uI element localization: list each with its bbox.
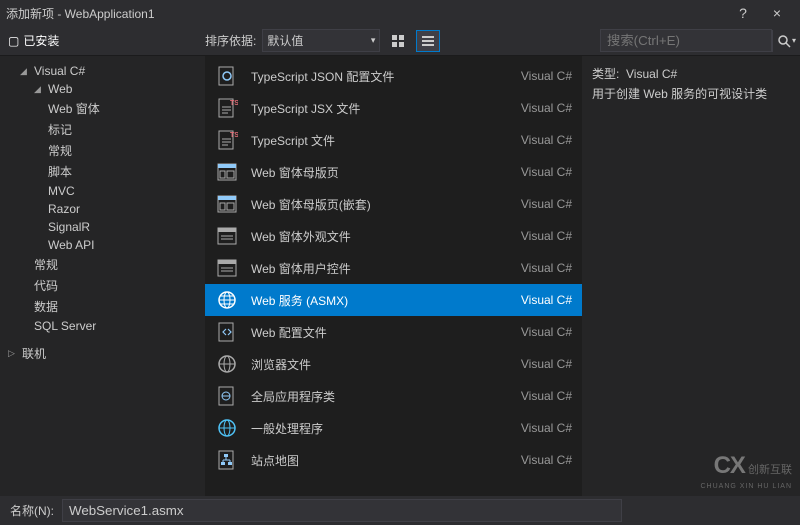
- tree-node[interactable]: Razor: [0, 200, 205, 218]
- sort-dropdown[interactable]: 默认值 ▾: [262, 29, 380, 52]
- grid-view-button[interactable]: [386, 30, 410, 52]
- installed-tab[interactable]: ▢ 已安装: [8, 32, 59, 49]
- template-icon: TS: [215, 96, 239, 120]
- tree-node[interactable]: 标记: [0, 119, 205, 140]
- template-row[interactable]: Web 窗体用户控件 Visual C#: [205, 252, 582, 284]
- template-row[interactable]: Web 窗体母版页 Visual C#: [205, 156, 582, 188]
- search-button[interactable]: ▾: [772, 30, 800, 52]
- chevron-down-icon: ▢: [8, 34, 19, 48]
- titlebar: 添加新项 - WebApplication1 ? ×: [0, 0, 800, 26]
- svg-text:TS: TS: [230, 100, 238, 107]
- template-label: TypeScript 文件: [251, 132, 509, 149]
- installed-tab-label: 已安装: [23, 32, 59, 49]
- template-lang: Visual C#: [521, 101, 572, 115]
- template-row[interactable]: Web 窗体外观文件 Visual C#: [205, 220, 582, 252]
- template-lang: Visual C#: [521, 389, 572, 403]
- template-label: TypeScript JSX 文件: [251, 100, 509, 117]
- template-row[interactable]: 全局应用程序类 Visual C#: [205, 380, 582, 412]
- template-label: 全局应用程序类: [251, 388, 509, 405]
- template-label: Web 窗体母版页: [251, 164, 509, 181]
- tree-node[interactable]: 代码: [0, 275, 205, 296]
- close-button[interactable]: ×: [760, 0, 794, 26]
- tree-node-web[interactable]: ◢Web: [0, 80, 205, 98]
- template-lang: Visual C#: [521, 293, 572, 307]
- name-input[interactable]: [62, 499, 622, 522]
- template-icon: [215, 256, 239, 280]
- type-info: 类型: Visual C#: [592, 64, 790, 84]
- template-label: Web 服务 (ASMX): [251, 292, 509, 309]
- template-icon: [215, 320, 239, 344]
- tree-node[interactable]: 常规: [0, 140, 205, 161]
- template-label: TypeScript JSON 配置文件: [251, 68, 509, 85]
- name-label: 名称(N):: [10, 502, 54, 519]
- template-label: Web 配置文件: [251, 324, 509, 341]
- type-description: 用于创建 Web 服务的可视设计类: [592, 84, 790, 104]
- template-icon: [215, 448, 239, 472]
- template-label: Web 窗体外观文件: [251, 228, 509, 245]
- template-lang: Visual C#: [521, 229, 572, 243]
- tree-node[interactable]: Web API: [0, 236, 205, 254]
- template-lang: Visual C#: [521, 421, 572, 435]
- sort-value: 默认值: [267, 32, 303, 49]
- template-lang: Visual C#: [521, 325, 572, 339]
- template-row[interactable]: Web 配置文件 Visual C#: [205, 316, 582, 348]
- template-row[interactable]: TS TypeScript JSX 文件 Visual C#: [205, 92, 582, 124]
- template-label: 浏览器文件: [251, 356, 509, 373]
- template-label: Web 窗体用户控件: [251, 260, 509, 277]
- tree-node[interactable]: SignalR: [0, 218, 205, 236]
- tree-node[interactable]: 数据: [0, 296, 205, 317]
- template-row[interactable]: Web 服务 (ASMX) Visual C#: [205, 284, 582, 316]
- template-icon: [215, 160, 239, 184]
- chevron-down-icon: ▾: [792, 36, 796, 45]
- template-lang: Visual C#: [521, 453, 572, 467]
- template-row[interactable]: 站点地图 Visual C#: [205, 444, 582, 476]
- template-icon: [215, 64, 239, 88]
- tree-node[interactable]: 常规: [0, 254, 205, 275]
- tree-node[interactable]: MVC: [0, 182, 205, 200]
- list-view-button[interactable]: [416, 30, 440, 52]
- template-icon: [215, 352, 239, 376]
- template-lang: Visual C#: [521, 69, 572, 83]
- template-icon: [215, 224, 239, 248]
- template-lang: Visual C#: [521, 133, 572, 147]
- template-lang: Visual C#: [521, 357, 572, 371]
- template-row[interactable]: TS TypeScript 文件 Visual C#: [205, 124, 582, 156]
- details-panel: 类型: Visual C# 用于创建 Web 服务的可视设计类: [582, 56, 800, 496]
- svg-text:TS: TS: [230, 132, 238, 139]
- template-row[interactable]: Web 窗体母版页(嵌套) Visual C#: [205, 188, 582, 220]
- tree-node-visualcsharp[interactable]: ◢Visual C#: [0, 62, 205, 80]
- sort-label: 排序依据:: [205, 32, 256, 49]
- tree-node-online[interactable]: ▷联机: [0, 343, 205, 364]
- template-icon: [215, 416, 239, 440]
- tree-node[interactable]: SQL Server: [0, 317, 205, 335]
- template-icon: [215, 288, 239, 312]
- search-input[interactable]: [600, 29, 772, 52]
- tree-node[interactable]: 脚本: [0, 161, 205, 182]
- template-lang: Visual C#: [521, 165, 572, 179]
- template-lang: Visual C#: [521, 261, 572, 275]
- template-lang: Visual C#: [521, 197, 572, 211]
- template-row[interactable]: 一般处理程序 Visual C#: [205, 412, 582, 444]
- category-tree: ◢Visual C# ◢Web Web 窗体 标记 常规 脚本 MVC Razo…: [0, 56, 205, 496]
- template-row[interactable]: TypeScript JSON 配置文件 Visual C#: [205, 60, 582, 92]
- window-title: 添加新项 - WebApplication1: [6, 5, 726, 22]
- template-icon: [215, 192, 239, 216]
- chevron-down-icon: ▾: [371, 35, 376, 46]
- template-label: 站点地图: [251, 452, 509, 469]
- template-label: 一般处理程序: [251, 420, 509, 437]
- template-list-panel: TypeScript JSON 配置文件 Visual C# TS TypeScrip…: [205, 56, 582, 496]
- tree-node[interactable]: Web 窗体: [0, 98, 205, 119]
- footer: 名称(N):: [0, 496, 800, 525]
- help-button[interactable]: ?: [726, 0, 760, 26]
- toolbar: ▢ 已安装 排序依据: 默认值 ▾ ▾: [0, 26, 800, 56]
- template-icon: [215, 384, 239, 408]
- template-label: Web 窗体母版页(嵌套): [251, 196, 509, 213]
- template-icon: TS: [215, 128, 239, 152]
- main-area: ◢Visual C# ◢Web Web 窗体 标记 常规 脚本 MVC Razo…: [0, 56, 800, 496]
- template-row[interactable]: 浏览器文件 Visual C#: [205, 348, 582, 380]
